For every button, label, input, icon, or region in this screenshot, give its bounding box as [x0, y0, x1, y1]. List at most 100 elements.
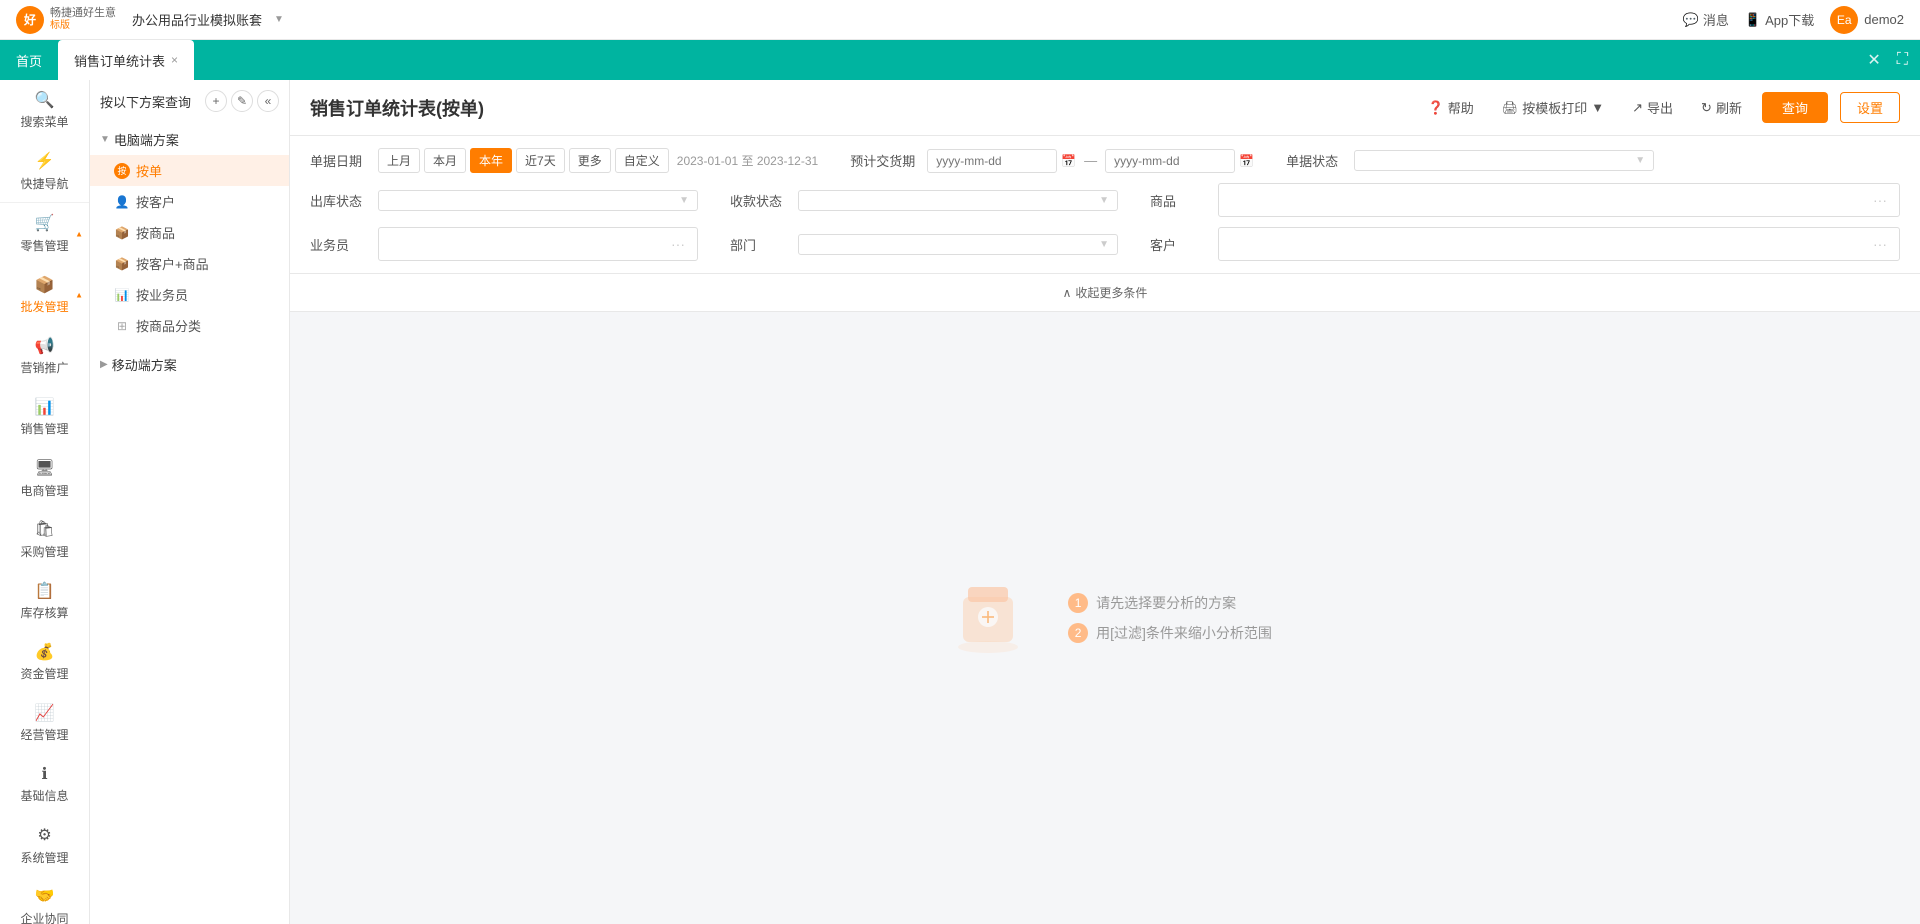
maximize-icon[interactable]: ⛶	[1893, 47, 1912, 73]
page-title: 销售订单统计表(按单)	[310, 95, 484, 121]
predict-date-group: 📅 — 📅	[927, 149, 1254, 173]
date-btn-more[interactable]: 更多	[569, 148, 611, 173]
sidebar-item-search[interactable]: 🔍 搜索菜单	[0, 80, 89, 141]
filter-date-group: 上月 本月 本年 近7天 更多 自定义 2023-01-01 至 2023-12…	[378, 148, 818, 173]
empty-text: 1 请先选择要分析的方案 2 用[过滤]条件来缩小分析范围	[1068, 593, 1272, 643]
scheme-item-by-category[interactable]: ⊞ 按商品分类	[90, 310, 289, 341]
calendar-to-icon[interactable]: 📅	[1239, 154, 1254, 168]
sidebar-item-basic[interactable]: ℹ 基础信息	[0, 754, 89, 815]
customer-select[interactable]: ···	[1218, 227, 1900, 261]
calendar-from-icon[interactable]: 📅	[1061, 154, 1076, 168]
sidebar-item-purchase[interactable]: 🛍 采购管理	[0, 509, 89, 570]
sidebar-item-wholesale[interactable]: 📦 批发管理	[0, 265, 89, 326]
export-btn[interactable]: ↗ 导出	[1624, 94, 1681, 121]
salesman-select[interactable]: ···	[378, 227, 698, 261]
filter-area: 单据日期 上月 本月 本年 近7天 更多 自定义 2023-01-01 至 20…	[290, 136, 1920, 274]
purchase-icon: 🛍	[0, 519, 89, 541]
scheme-group-mobile-label: 移动端方案	[112, 355, 177, 374]
expand-mobile-icon: ▶	[100, 359, 108, 370]
query-btn[interactable]: 查询	[1762, 92, 1828, 123]
scheme-section-mobile: ▶ 移动端方案	[90, 345, 289, 384]
empty-num-2: 2	[1068, 623, 1088, 643]
receive-status-select[interactable]: ▼	[798, 190, 1118, 211]
customer-more-btn[interactable]: ···	[1869, 232, 1891, 256]
salesman-label: 业务员	[310, 235, 366, 254]
print-icon: 🖨	[1502, 100, 1519, 116]
sidebar-item-marketing[interactable]: 📢 营销推广	[0, 326, 89, 387]
predict-date-from[interactable]	[927, 149, 1057, 173]
scheme-group-pc[interactable]: ▼ 电脑端方案	[90, 124, 289, 155]
ship-status-select[interactable]: ▼	[378, 190, 698, 211]
empty-illustration	[938, 567, 1038, 670]
goods-select[interactable]: ···	[1218, 183, 1900, 217]
goods-more-btn[interactable]: ···	[1869, 188, 1891, 212]
app-name-arrow[interactable]: ▼	[274, 14, 284, 25]
date-btn-this-month[interactable]: 本月	[424, 148, 466, 173]
user-menu[interactable]: Ea demo2	[1830, 6, 1904, 34]
help-btn[interactable]: ❓ 帮助	[1420, 94, 1482, 121]
scheme-customer-icon: 👤	[114, 195, 130, 209]
top-bar-right: 💬 消息 📱 App下载 Ea demo2	[1683, 6, 1904, 34]
sidebar-item-system[interactable]: ⚙ 系统管理	[0, 815, 89, 876]
scheme-item-by-goods[interactable]: 📦 按商品	[90, 217, 289, 248]
date-btn-this-year[interactable]: 本年	[470, 148, 512, 173]
left-panel: 按以下方案查询 + ✎ « ▼ 电脑端方案 按 按单 👤 按客户	[90, 80, 290, 924]
close-window-icon[interactable]: ✕	[1863, 46, 1884, 74]
basic-icon: ℹ	[0, 764, 89, 786]
app-download-btn[interactable]: 📱 App下载	[1745, 10, 1814, 29]
tab-close-btn[interactable]: ×	[171, 53, 178, 67]
settings-btn[interactable]: 设置	[1840, 92, 1900, 123]
tab-home[interactable]: 首页	[0, 40, 58, 80]
date-separator: —	[1084, 153, 1097, 168]
date-range-text: 2023-01-01 至 2023-12-31	[677, 152, 818, 169]
ship-status-label: 出库状态	[310, 191, 366, 210]
predict-date-to[interactable]	[1105, 149, 1235, 173]
tab-active[interactable]: 销售订单统计表 ×	[58, 40, 194, 80]
refresh-btn[interactable]: ↻ 刷新	[1693, 94, 1750, 121]
sidebar-item-inventory[interactable]: 📋 库存核算	[0, 571, 89, 632]
print-btn[interactable]: 🖨 按模板打印 ▼	[1494, 94, 1612, 121]
scheme-item-by-order[interactable]: 按 按单	[90, 155, 289, 186]
scheme-group-mobile[interactable]: ▶ 移动端方案	[90, 349, 289, 380]
date-btn-prev-month[interactable]: 上月	[378, 148, 420, 173]
refresh-icon: ↻	[1701, 100, 1712, 116]
collapse-more-btn[interactable]: ∧ 收起更多条件	[1051, 280, 1160, 305]
empty-state: 1 请先选择要分析的方案 2 用[过滤]条件来缩小分析范围	[290, 312, 1920, 924]
sidebar-item-sales[interactable]: 📊 销售管理	[0, 387, 89, 448]
retail-icon: 🛒	[0, 213, 89, 235]
filter-row-2: 出库状态 ▼ 收款状态 ▼ 商品 ···	[310, 183, 1900, 217]
salesman-more-btn[interactable]: ···	[667, 232, 689, 256]
sidebar-item-operation[interactable]: 📈 经营管理	[0, 693, 89, 754]
scheme-item-by-customer-goods[interactable]: 📦 按客户+商品	[90, 248, 289, 279]
date-btn-custom[interactable]: 自定义	[615, 148, 669, 173]
collapse-icon: ∧	[1063, 286, 1072, 300]
message-btn[interactable]: 💬 消息	[1683, 10, 1729, 29]
scheme-cg-icon: 📦	[114, 257, 130, 271]
sidebar-item-finance[interactable]: 💰 资金管理	[0, 632, 89, 693]
scheme-item-by-customer[interactable]: 👤 按客户	[90, 186, 289, 217]
collab-icon: 🤝	[0, 886, 89, 908]
app-name[interactable]: 办公用品行业模拟账套	[132, 10, 262, 29]
sidebar-item-nav[interactable]: ⚡ 快捷导航	[0, 141, 89, 202]
dept-select-arrow: ▼	[1099, 239, 1109, 250]
date-btn-7days[interactable]: 近7天	[516, 148, 565, 173]
edit-scheme-btn[interactable]: ✎	[231, 90, 253, 112]
scheme-item-by-salesman[interactable]: 📊 按业务员	[90, 279, 289, 310]
tab-bar-actions: ✕ ⛶	[1863, 46, 1920, 74]
inventory-icon: 📋	[0, 581, 89, 603]
nav-icon: ⚡	[0, 151, 89, 173]
sales-icon: 📊	[0, 397, 89, 419]
sidebar-item-retail[interactable]: 🛒 零售管理	[0, 203, 89, 264]
empty-hint-2: 2 用[过滤]条件来缩小分析范围	[1068, 623, 1272, 643]
status-select[interactable]: ▼	[1354, 150, 1654, 171]
add-scheme-btn[interactable]: +	[205, 90, 227, 112]
main-layout: 🔍 搜索菜单 ⚡ 快捷导航 🛒 零售管理 📦 批发管理 📢 营销推广 📊 销售管…	[0, 80, 1920, 924]
sidebar-item-collab[interactable]: 🤝 企业协同	[0, 876, 89, 924]
dept-select[interactable]: ▼	[798, 234, 1118, 255]
sidebar-item-ecommerce[interactable]: 🖥 电商管理	[0, 448, 89, 509]
receive-status-label: 收款状态	[730, 191, 786, 210]
logo-area: 好 畅捷通好生意 标版	[16, 6, 116, 34]
collapse-panel-btn[interactable]: «	[257, 90, 279, 112]
finance-icon: 💰	[0, 642, 89, 664]
scheme-category-icon: ⊞	[114, 319, 130, 333]
